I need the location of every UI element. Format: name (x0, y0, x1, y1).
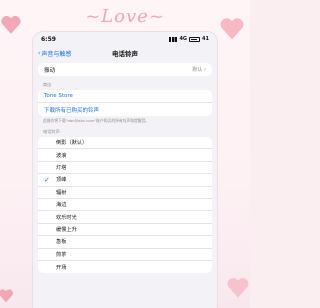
back-label: 声音与触感 (41, 50, 72, 58)
ringtone-list: 倒影（默认） 波浪 灯塔 ✓ 顶峰 辐射 海边 欢乐时光 缓慢上升 急板 煎茶 开… (38, 137, 212, 274)
phone-screen: 6:59 4G 41 ‹ 声音与触感 电话铃声 振动 默认 › 商店 Tone … (33, 32, 217, 308)
download-all-link[interactable]: 下载所有已购买的铃声 (38, 103, 212, 116)
store-note: 此操作将下载"abc@abc.com"账户购买的所有铃声和提醒音。 (43, 118, 150, 123)
tone-store-link[interactable]: Tone Store (38, 90, 212, 103)
heart-decoration-icon (0, 289, 13, 303)
status-indicators: 4G 41 (169, 36, 209, 42)
ringtone-item[interactable]: 开场 (38, 261, 212, 273)
ringtone-item[interactable]: 欢乐时光 (38, 211, 212, 224)
ringtone-item[interactable]: 煎茶 (38, 249, 212, 261)
ringtone-item-selected[interactable]: ✓ 顶峰 (38, 174, 212, 187)
vibration-value: 默认 › (192, 67, 206, 73)
love-title: ~Love~ (85, 6, 165, 27)
status-time: 6:59 (41, 35, 56, 43)
vibration-label: 振动 (44, 67, 56, 74)
ringtone-item[interactable]: 急板 (38, 236, 212, 249)
vibration-card: 振动 默认 › (38, 63, 212, 76)
store-card: Tone Store 下载所有已购买的铃声 (38, 90, 212, 116)
status-bar: 6:59 4G 41 (33, 32, 217, 46)
network-type: 4G (179, 36, 188, 42)
vibration-row[interactable]: 振动 默认 › (38, 63, 212, 76)
ringtone-item[interactable]: 缓慢上升 (38, 224, 212, 237)
navigation-bar: ‹ 声音与触感 电话铃声 (33, 46, 217, 60)
ringtone-item[interactable]: 灯塔 (38, 162, 212, 175)
ringtones-section-header: 电话铃声 (43, 129, 60, 134)
back-button[interactable]: ‹ 声音与触感 (38, 49, 71, 58)
signal-icon (169, 36, 178, 42)
ringtone-item[interactable]: 海边 (38, 199, 212, 212)
battery-icon (189, 36, 201, 42)
chevron-right-icon: › (204, 67, 206, 73)
ringtone-item[interactable]: 倒影（默认） (38, 137, 212, 150)
battery-level: 41 (202, 36, 209, 42)
heart-decoration-icon (227, 278, 249, 298)
ringtone-item[interactable]: 辐射 (38, 187, 212, 199)
chevron-left-icon: ‹ (38, 49, 41, 57)
store-section-header: 商店 (43, 82, 52, 87)
ringtone-item[interactable]: 波浪 (38, 149, 212, 162)
checkmark-icon: ✓ (44, 175, 50, 184)
